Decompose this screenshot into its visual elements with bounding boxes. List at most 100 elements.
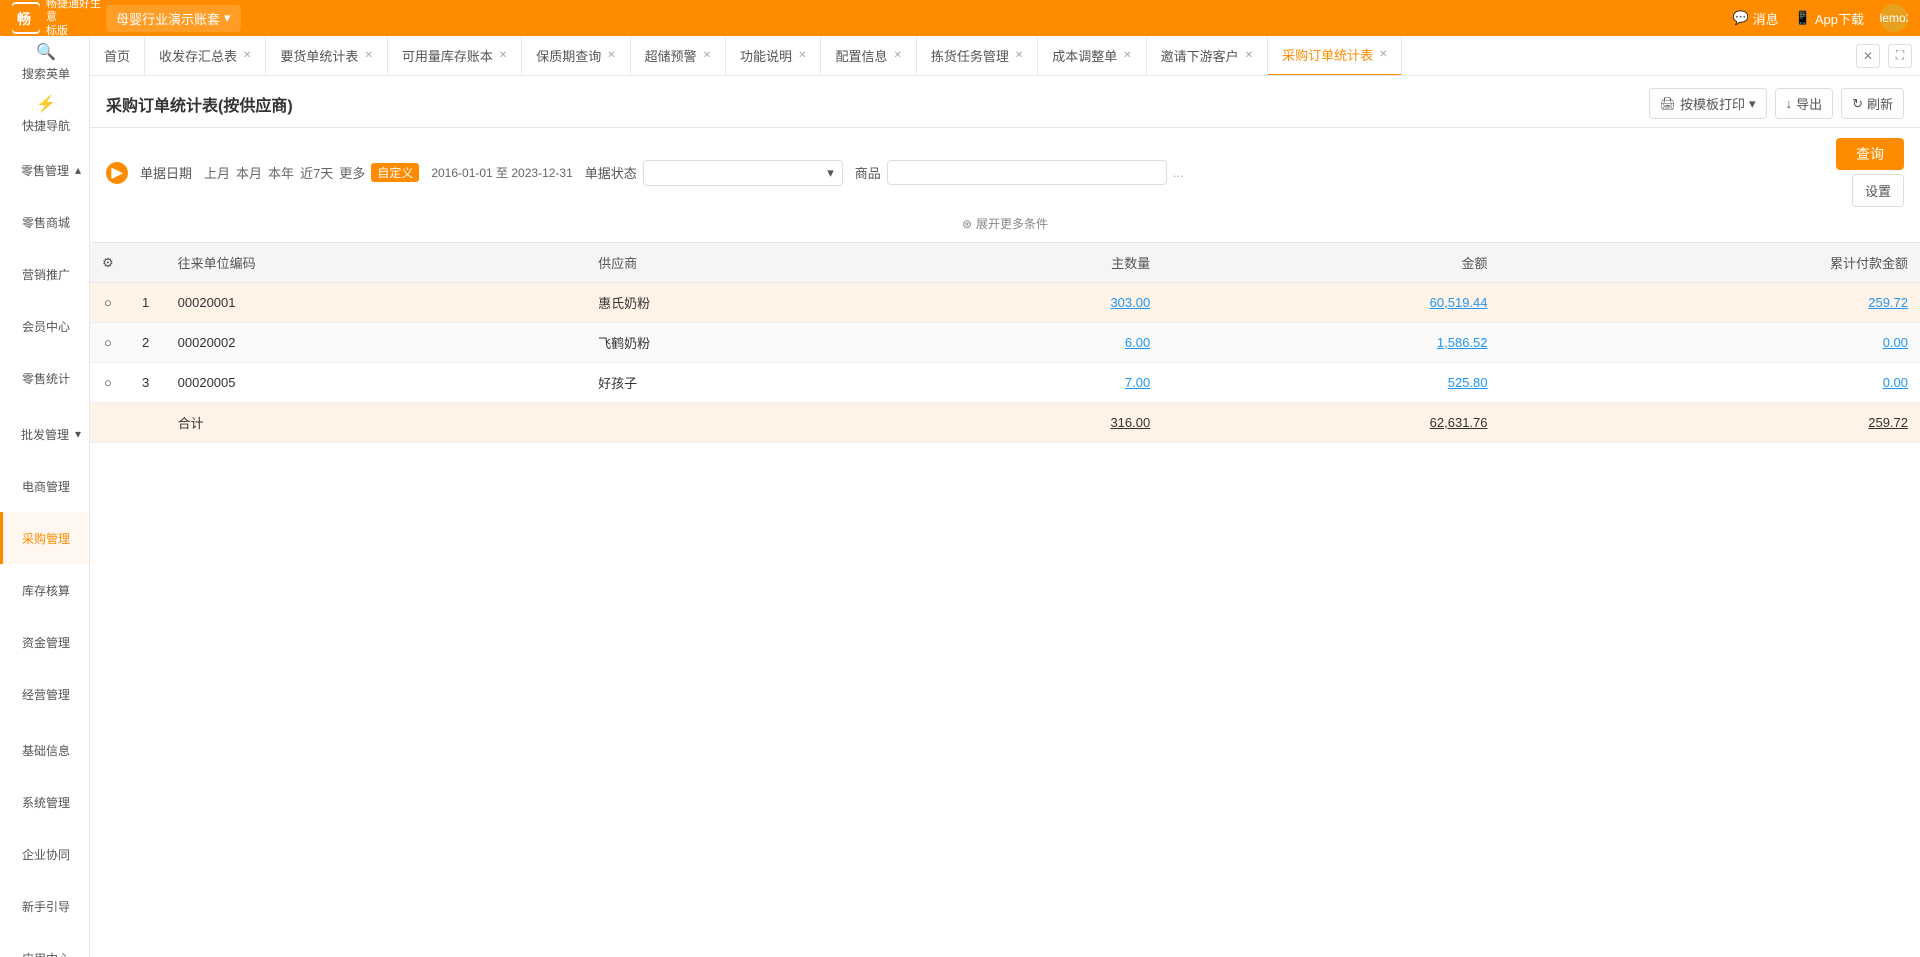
tab-invite-down-close[interactable]: ✕ xyxy=(1245,50,1253,61)
tab-pick-task-close[interactable]: ✕ xyxy=(1015,50,1023,61)
export-button[interactable]: ↓ 导出 xyxy=(1775,88,1834,119)
print-button[interactable]: 🖨 按模板打印 ▾ xyxy=(1649,88,1767,119)
tab-home[interactable]: 首页 xyxy=(90,36,145,76)
tab-invite-down[interactable]: 邀请下游客户 ✕ xyxy=(1147,36,1268,76)
avatar[interactable]: demo2 xyxy=(1880,4,1908,32)
sidebar-item-purchase[interactable]: 采购管理 xyxy=(0,512,89,564)
sidebar-item-label: 企业协同 xyxy=(22,846,70,863)
tab-func-desc-close[interactable]: ✕ xyxy=(798,50,806,61)
expand-conditions-button[interactable]: ⊛ 展开更多条件 xyxy=(962,215,1048,232)
table-footer: 合计 316.00 62,631.76 259.72 xyxy=(90,403,1920,443)
tab-cost-adj[interactable]: 成本调整单 ✕ xyxy=(1038,36,1146,76)
row-checkbox[interactable]: ○ xyxy=(90,323,126,363)
row-checkbox[interactable]: ○ xyxy=(90,283,126,323)
filter-toggle-button[interactable]: ▶ xyxy=(106,162,128,184)
tab-avail-stock-close[interactable]: ✕ xyxy=(499,50,507,61)
sidebar-item-marketing[interactable]: 营销推广 xyxy=(0,248,89,300)
goods-filter: 商品 ... xyxy=(855,160,1184,185)
custom-date-badge[interactable]: 自定义 xyxy=(371,163,419,182)
row-qty[interactable]: 6.00 xyxy=(899,323,1162,363)
shortcut-this-year[interactable]: 本年 xyxy=(268,163,294,182)
row-paid[interactable]: 259.72 xyxy=(1500,283,1920,323)
status-select[interactable]: ▾ xyxy=(643,160,843,186)
row-qty[interactable]: 7.00 xyxy=(899,363,1162,403)
nav-tabs-controls: ✕ ⛶ xyxy=(1848,44,1920,68)
row-unit-code: 00020001 xyxy=(166,283,586,323)
row-supplier: 好孩子 xyxy=(586,363,899,403)
settings-button[interactable]: 设置 xyxy=(1852,174,1904,207)
tab-func-desc[interactable]: 功能说明 ✕ xyxy=(726,36,821,76)
sidebar-item-retail[interactable]: 零售管理 ▴ xyxy=(0,144,89,196)
footer-row: 合计 316.00 62,631.76 259.72 xyxy=(90,403,1920,443)
tab-recv-pay[interactable]: 收发存汇总表 ✕ xyxy=(145,36,266,76)
sidebar-item-label: 经营管理 xyxy=(22,686,70,703)
th-settings[interactable]: ⚙ xyxy=(90,243,126,283)
lightning-icon: ⚡ xyxy=(36,94,56,114)
tab-pick-task[interactable]: 拣货任务管理 ✕ xyxy=(917,36,1038,76)
tab-overstock[interactable]: 超储预警 ✕ xyxy=(631,36,726,76)
tab-home-label: 首页 xyxy=(104,46,130,65)
sidebar-item-inventory[interactable]: 库存核算 xyxy=(0,564,89,616)
table-area: ⚙ 往来单位编码 供应商 主数量 金额 累计付款金额 ○ 1 xyxy=(90,243,1920,957)
sidebar-item-finance[interactable]: 资金管理 xyxy=(0,616,89,668)
row-paid[interactable]: 0.00 xyxy=(1500,323,1920,363)
tab-cost-adj-close[interactable]: ✕ xyxy=(1123,50,1131,61)
sidebar-item-label: 新手引导 xyxy=(22,898,70,915)
sidebar-item-shortcuts[interactable]: ⚡ 快捷导航 xyxy=(0,88,89,140)
tab-recv-pay-close[interactable]: ✕ xyxy=(243,50,251,61)
shortcut-7days[interactable]: 近7天 xyxy=(300,163,333,182)
filter-row: ▶ 单据日期 上月 本月 本年 近7天 更多 自定义 2016-01-01 至 … xyxy=(106,138,1904,207)
tab-close-button[interactable]: ✕ xyxy=(1856,44,1880,68)
refresh-button[interactable]: ↻ 刷新 xyxy=(1841,88,1904,119)
tab-order-stat-close[interactable]: ✕ xyxy=(364,50,372,61)
shortcut-this-month[interactable]: 本月 xyxy=(236,163,262,182)
sidebar-item-collab[interactable]: 企业协同 xyxy=(0,828,89,880)
tab-config[interactable]: 配置信息 ✕ xyxy=(821,36,916,76)
page-title: 采购订单统计表(按供应商) xyxy=(106,92,293,116)
th-unit-code: 往来单位编码 xyxy=(166,243,586,283)
sidebar-item-retail-shop[interactable]: 零售商城 xyxy=(0,196,89,248)
tab-config-close[interactable]: ✕ xyxy=(893,50,901,61)
row-checkbox[interactable]: ○ xyxy=(90,363,126,403)
filter-area: ▶ 单据日期 上月 本月 本年 近7天 更多 自定义 2016-01-01 至 … xyxy=(90,128,1920,243)
goods-input[interactable] xyxy=(887,160,1167,185)
tab-order-stat[interactable]: 要货单统计表 ✕ xyxy=(266,36,387,76)
sidebar-item-newbie[interactable]: 新手引导 xyxy=(0,880,89,932)
message-button[interactable]: 💬 消息 xyxy=(1732,9,1778,28)
query-button[interactable]: 查询 xyxy=(1836,138,1904,170)
tab-warranty-close[interactable]: ✕ xyxy=(607,50,615,61)
print-icon: 🖨 xyxy=(1660,96,1677,112)
row-qty[interactable]: 303.00 xyxy=(899,283,1162,323)
sidebar-item-search[interactable]: 🔍 搜索英单 xyxy=(0,36,89,88)
sidebar-item-system[interactable]: 系统管理 xyxy=(0,776,89,828)
download-icon: 📱 xyxy=(1795,10,1811,26)
footer-empty xyxy=(90,403,166,443)
sidebar-item-biz[interactable]: 经营管理 xyxy=(0,668,89,720)
table-row: ○ 2 00020002 飞鹤奶粉 6.00 1,586.52 0.00 xyxy=(90,323,1920,363)
tab-purchase-stat-close[interactable]: ✕ xyxy=(1379,49,1387,60)
sidebar-item-ecom[interactable]: 电商管理 xyxy=(0,460,89,512)
top-bar: 畅 畅捷通好生意 标版 母婴行业演示账套 ▾ 💬 消息 📱 App下载 demo… xyxy=(0,0,1920,36)
sidebar-item-batch[interactable]: 批发管理 ▾ xyxy=(0,408,89,460)
table-row: ○ 3 00020005 好孩子 7.00 525.80 0.00 xyxy=(90,363,1920,403)
tab-purchase-stat[interactable]: 采购订单统计表 ✕ xyxy=(1268,36,1402,76)
shortcut-last-month[interactable]: 上月 xyxy=(204,163,230,182)
message-icon: 💬 xyxy=(1732,10,1748,26)
sidebar-item-retail-stat[interactable]: 零售统计 xyxy=(0,352,89,404)
shortcut-more[interactable]: 更多 xyxy=(339,163,365,182)
workspace-selector[interactable]: 母婴行业演示账套 ▾ xyxy=(106,5,241,32)
row-amount[interactable]: 1,586.52 xyxy=(1162,323,1499,363)
app-download-button[interactable]: 📱 App下载 xyxy=(1795,9,1864,28)
tab-warranty[interactable]: 保质期查询 ✕ xyxy=(522,36,630,76)
row-paid[interactable]: 0.00 xyxy=(1500,363,1920,403)
tab-overstock-close[interactable]: ✕ xyxy=(703,50,711,61)
row-amount[interactable]: 525.80 xyxy=(1162,363,1499,403)
sidebar-item-apps[interactable]: 应用中心 xyxy=(0,932,89,957)
footer-paid: 259.72 xyxy=(1500,403,1920,443)
row-amount[interactable]: 60,519.44 xyxy=(1162,283,1499,323)
tab-fullscreen-button[interactable]: ⛶ xyxy=(1888,44,1912,68)
logo-area: 畅 畅捷通好生意 标版 xyxy=(12,0,102,38)
sidebar-item-member[interactable]: 会员中心 xyxy=(0,300,89,352)
sidebar-item-basic[interactable]: 基础信息 xyxy=(0,724,89,776)
tab-avail-stock[interactable]: 可用量库存账本 ✕ xyxy=(388,36,522,76)
